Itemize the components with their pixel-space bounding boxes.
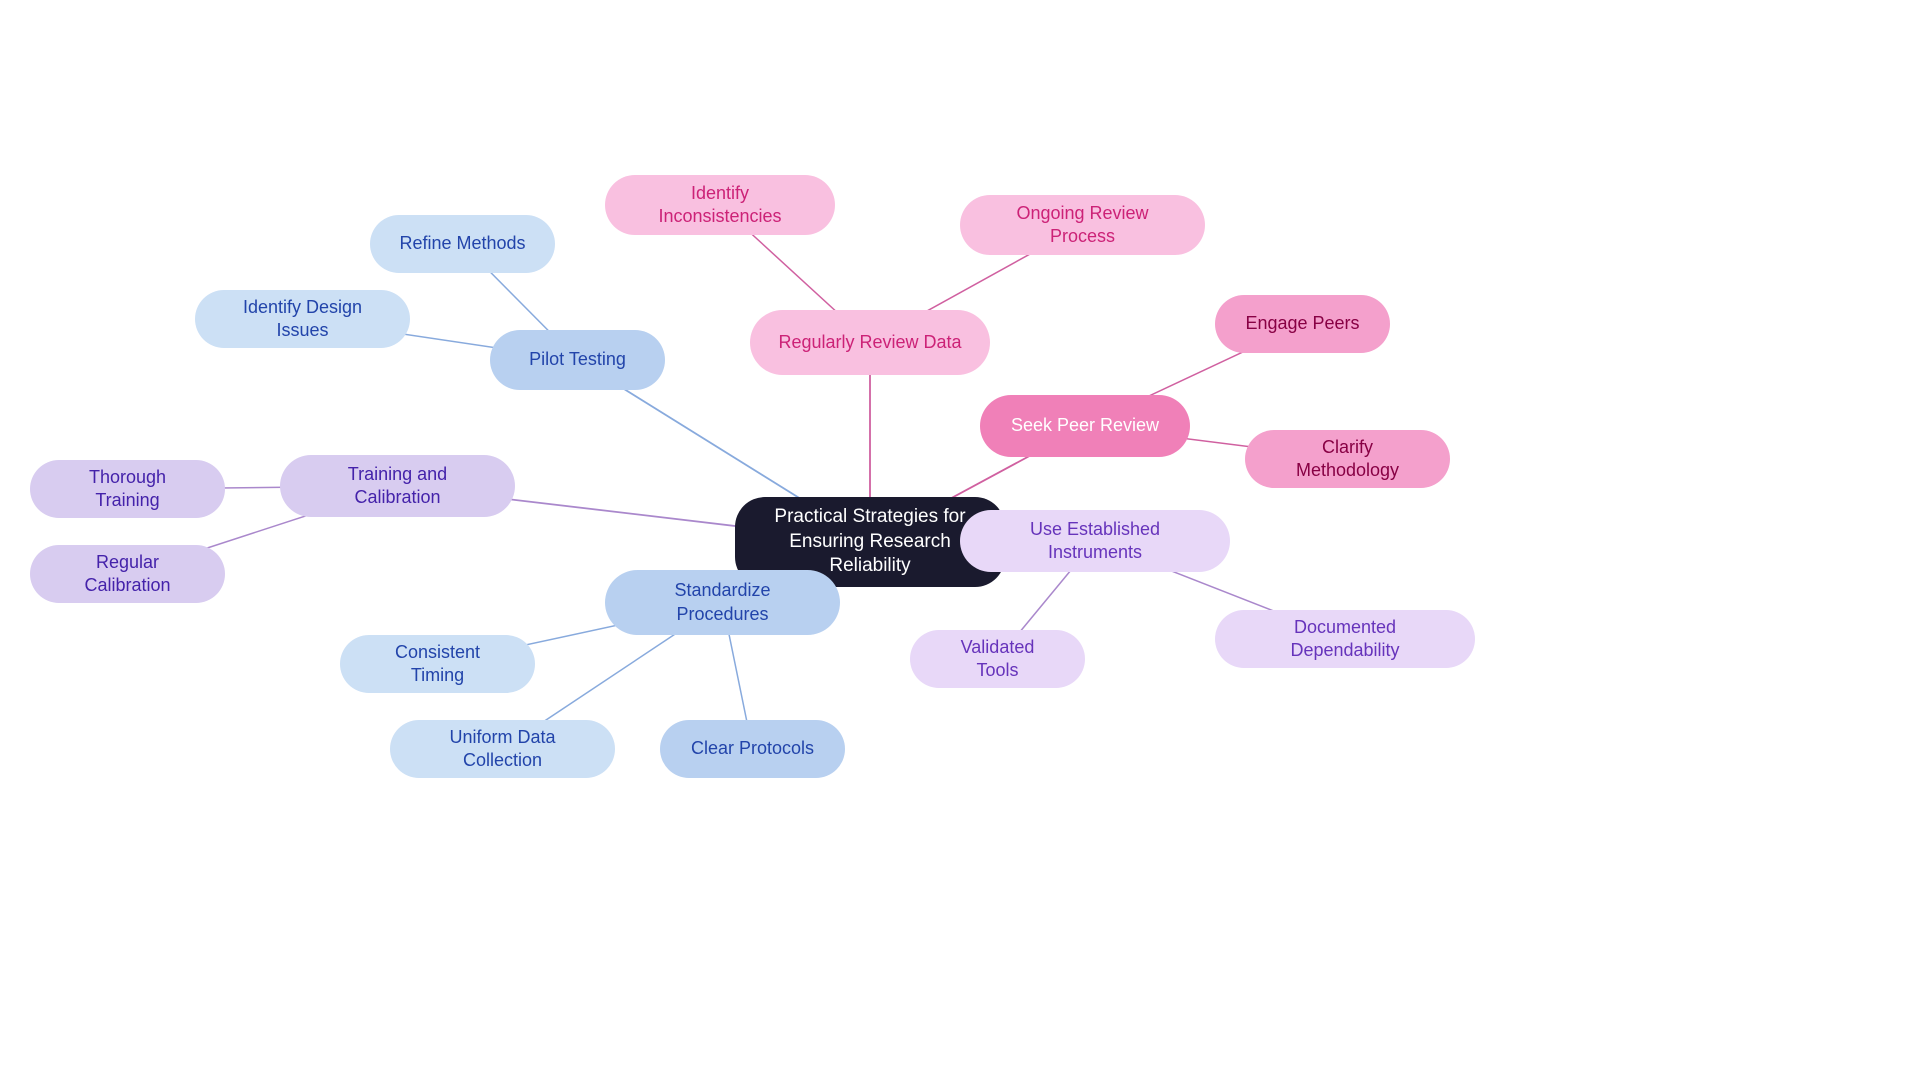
- node-refine-methods: Refine Methods: [370, 215, 555, 273]
- node-identify-inconsistencies: Identify Inconsistencies: [605, 175, 835, 235]
- node-use-established-instruments: Use Established Instruments: [960, 510, 1230, 572]
- node-seek-peer-review: Seek Peer Review: [980, 395, 1190, 457]
- node-engage-peers: Engage Peers: [1215, 295, 1390, 353]
- node-training-calibration: Training and Calibration: [280, 455, 515, 517]
- node-regularly-review-data: Regularly Review Data: [750, 310, 990, 375]
- node-validated-tools: Validated Tools: [910, 630, 1085, 688]
- node-uniform-data-collection: Uniform Data Collection: [390, 720, 615, 778]
- node-ongoing-review-process: Ongoing Review Process: [960, 195, 1205, 255]
- node-thorough-training: Thorough Training: [30, 460, 225, 518]
- node-regular-calibration: Regular Calibration: [30, 545, 225, 603]
- node-identify-design-issues: Identify Design Issues: [195, 290, 410, 348]
- node-clarify-methodology: Clarify Methodology: [1245, 430, 1450, 488]
- node-documented-dependability: Documented Dependability: [1215, 610, 1475, 668]
- node-standardize-procedures: Standardize Procedures: [605, 570, 840, 635]
- node-pilot-testing: Pilot Testing: [490, 330, 665, 390]
- node-consistent-timing: Consistent Timing: [340, 635, 535, 693]
- node-clear-protocols: Clear Protocols: [660, 720, 845, 778]
